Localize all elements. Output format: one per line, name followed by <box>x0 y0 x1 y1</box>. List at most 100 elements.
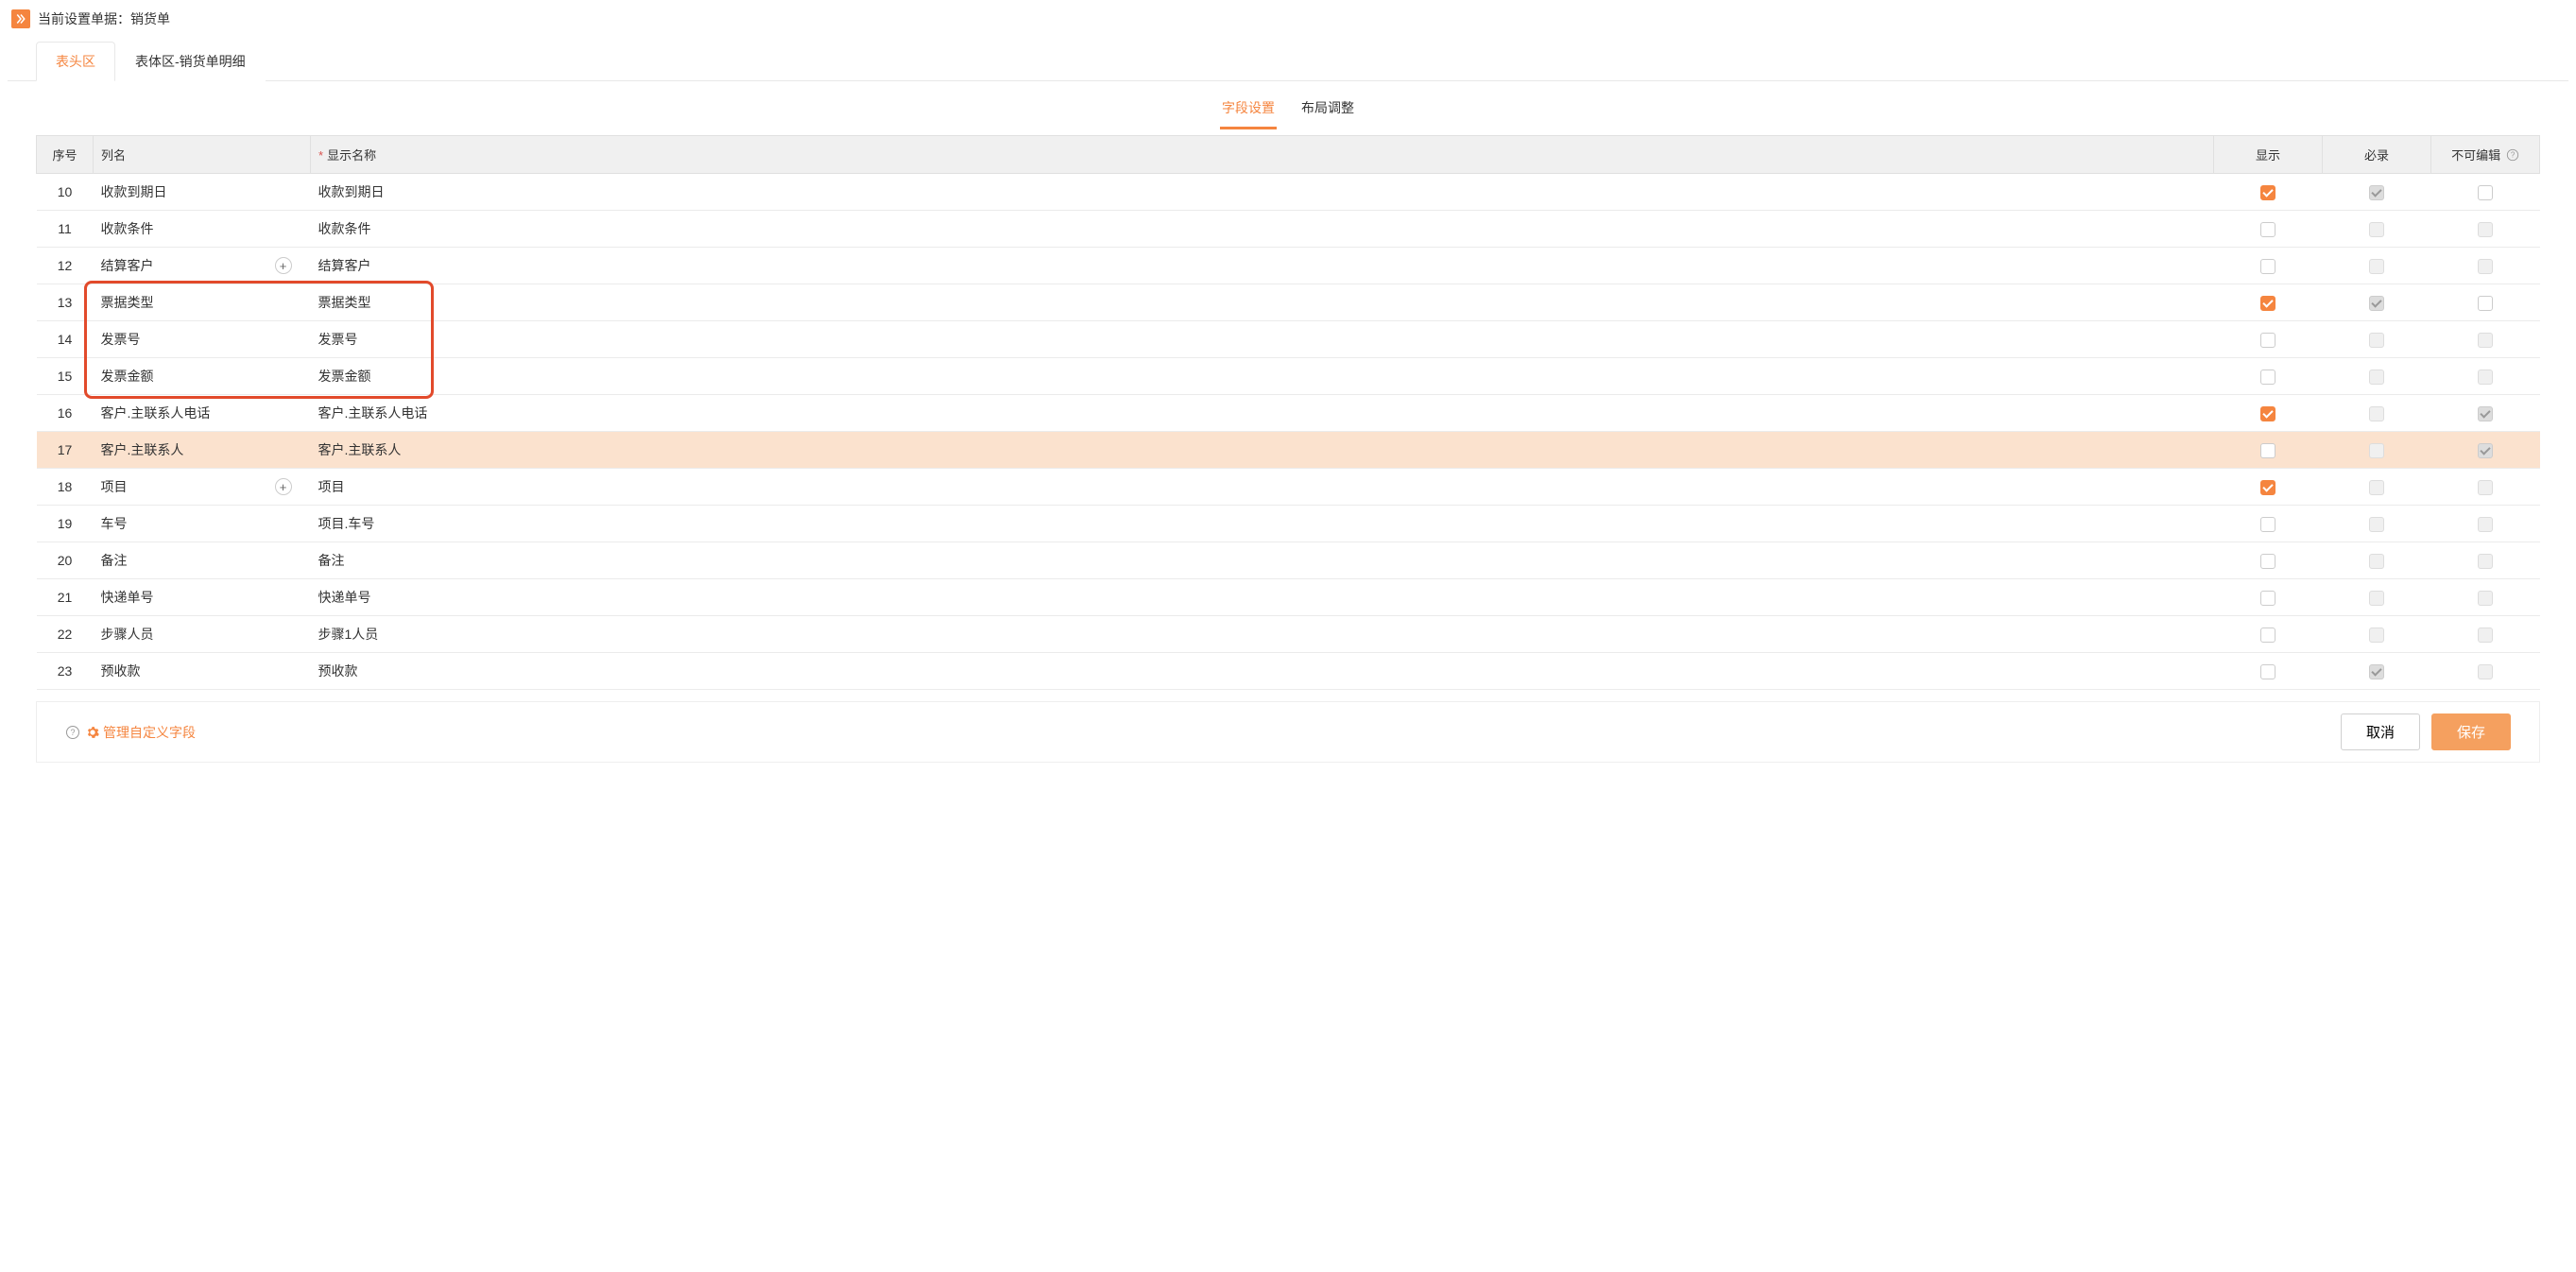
cell-displayname[interactable]: 收款条件 <box>311 211 2214 248</box>
cell-displayname[interactable]: 发票金额 <box>311 358 2214 395</box>
cell-colname: 备注 <box>94 542 311 579</box>
cell-seq: 19 <box>37 506 94 542</box>
cell-colname: 步骤人员 <box>94 616 311 653</box>
svg-text:?: ? <box>2511 151 2516 160</box>
readonly-checkbox <box>2478 370 2493 385</box>
help-icon[interactable]: ? <box>65 725 80 740</box>
cell-show <box>2214 432 2323 469</box>
show-checkbox[interactable] <box>2260 222 2275 237</box>
show-checkbox[interactable] <box>2260 333 2275 348</box>
cell-colname: 发票金额 <box>94 358 311 395</box>
cell-show <box>2214 395 2323 432</box>
cell-show <box>2214 174 2323 211</box>
cell-readonly <box>2431 653 2540 690</box>
required-checkbox <box>2369 591 2384 606</box>
required-checkbox <box>2369 554 2384 569</box>
show-checkbox[interactable] <box>2260 664 2275 679</box>
help-icon[interactable]: ? <box>2506 148 2519 162</box>
cell-displayname[interactable]: 结算客户 <box>311 248 2214 284</box>
subtab-0[interactable]: 字段设置 <box>1220 95 1277 129</box>
table-row: 23预收款预收款 <box>37 653 2540 690</box>
colname-text: 步骤人员 <box>101 625 154 644</box>
colname-text: 车号 <box>101 514 128 533</box>
cell-show <box>2214 616 2323 653</box>
colname-text: 结算客户 <box>101 256 154 275</box>
add-subfield-button[interactable]: + <box>275 478 292 495</box>
show-checkbox[interactable] <box>2260 370 2275 385</box>
tab-0[interactable]: 表头区 <box>36 42 115 81</box>
cell-readonly <box>2431 395 2540 432</box>
svg-text:?: ? <box>70 728 75 737</box>
show-checkbox[interactable] <box>2260 627 2275 643</box>
cell-required <box>2323 395 2431 432</box>
save-button[interactable]: 保存 <box>2431 713 2511 750</box>
table-row: 13 票据类型 票据类型 <box>37 284 2540 321</box>
cell-colname: 收款到期日 <box>94 174 311 211</box>
cell-seq: 14 <box>37 321 94 358</box>
cell-required <box>2323 506 2431 542</box>
cell-displayname[interactable]: 项目.车号 <box>311 506 2214 542</box>
cell-displayname[interactable]: 客户.主联系人 <box>311 432 2214 469</box>
table-row: 19 车号 项目.车号 <box>37 506 2540 542</box>
readonly-checkbox <box>2478 259 2493 274</box>
show-checkbox[interactable] <box>2260 443 2275 458</box>
colname-text: 快递单号 <box>101 588 154 607</box>
table-row: 21快递单号快递单号 <box>37 579 2540 616</box>
cell-displayname[interactable]: 收款到期日 <box>311 174 2214 211</box>
colname-text: 票据类型 <box>101 293 154 312</box>
cell-required <box>2323 284 2431 321</box>
add-subfield-button[interactable]: + <box>275 257 292 274</box>
show-checkbox[interactable] <box>2260 185 2275 200</box>
cell-show <box>2214 653 2323 690</box>
readonly-checkbox[interactable] <box>2478 296 2493 311</box>
fields-table: 序号 列名 *显示名称 显示 必录 不可编辑 ? 10收款到期日收款到期日11收… <box>36 135 2540 690</box>
manage-custom-fields-link[interactable]: 管理自定义字段 <box>86 723 196 742</box>
cell-displayname[interactable]: 客户.主联系人电话 <box>311 395 2214 432</box>
cell-displayname[interactable]: 发票号 <box>311 321 2214 358</box>
cell-required <box>2323 579 2431 616</box>
readonly-checkbox <box>2478 517 2493 532</box>
required-star-icon: * <box>318 148 323 163</box>
readonly-checkbox[interactable] <box>2478 185 2493 200</box>
subtab-1[interactable]: 布局调整 <box>1299 95 1356 129</box>
tab-1[interactable]: 表体区-销货单明细 <box>115 42 266 81</box>
cell-colname: 收款条件 <box>94 211 311 248</box>
cell-displayname[interactable]: 预收款 <box>311 653 2214 690</box>
cell-displayname[interactable]: 快递单号 <box>311 579 2214 616</box>
show-checkbox[interactable] <box>2260 296 2275 311</box>
cell-displayname[interactable]: 票据类型 <box>311 284 2214 321</box>
cell-required <box>2323 248 2431 284</box>
cancel-button[interactable]: 取消 <box>2341 713 2420 750</box>
cell-colname: 项目+ <box>94 469 311 506</box>
cell-seq: 10 <box>37 174 94 211</box>
cell-required <box>2323 432 2431 469</box>
colname-text: 预收款 <box>101 662 141 680</box>
cell-displayname[interactable]: 项目 <box>311 469 2214 506</box>
cell-readonly <box>2431 321 2540 358</box>
cell-show <box>2214 506 2323 542</box>
cell-show <box>2214 542 2323 579</box>
show-checkbox[interactable] <box>2260 517 2275 532</box>
cell-seq: 15 <box>37 358 94 395</box>
required-checkbox <box>2369 296 2384 311</box>
cell-colname: 票据类型 <box>94 284 311 321</box>
colname-text: 备注 <box>101 551 128 570</box>
table-row: 16客户.主联系人电话客户.主联系人电话 <box>37 395 2540 432</box>
cell-show <box>2214 284 2323 321</box>
cell-required <box>2323 174 2431 211</box>
show-checkbox[interactable] <box>2260 591 2275 606</box>
readonly-checkbox <box>2478 554 2493 569</box>
cell-seq: 13 <box>37 284 94 321</box>
cell-displayname[interactable]: 步骤1人员 <box>311 616 2214 653</box>
header-title-prefix: 当前设置单据： <box>38 9 130 28</box>
show-checkbox[interactable] <box>2260 480 2275 495</box>
readonly-checkbox <box>2478 406 2493 421</box>
table-row: 22步骤人员步骤1人员 <box>37 616 2540 653</box>
cell-readonly <box>2431 358 2540 395</box>
show-checkbox[interactable] <box>2260 554 2275 569</box>
show-checkbox[interactable] <box>2260 406 2275 421</box>
cell-displayname[interactable]: 备注 <box>311 542 2214 579</box>
show-checkbox[interactable] <box>2260 259 2275 274</box>
required-checkbox <box>2369 480 2384 495</box>
expand-sidebar-button[interactable] <box>11 9 30 28</box>
